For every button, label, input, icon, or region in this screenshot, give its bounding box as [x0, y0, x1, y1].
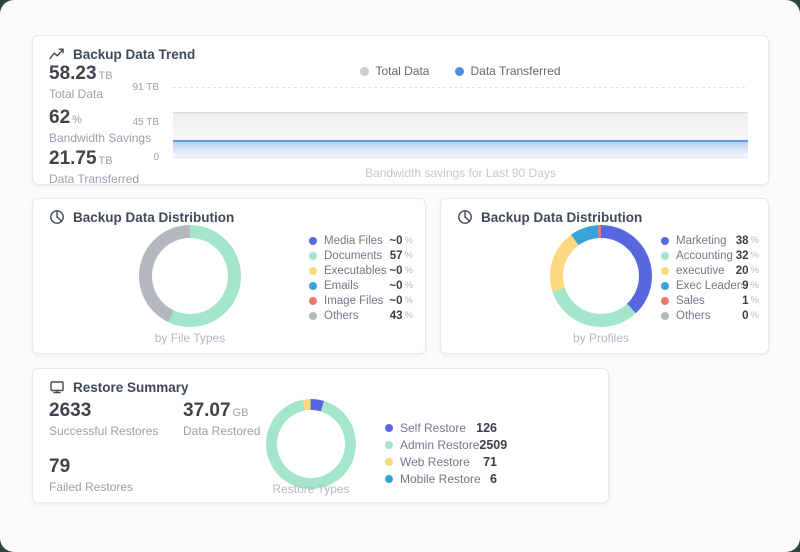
legend-item-others[interactable]: Others 43%	[309, 308, 413, 323]
legend-item-accounting[interactable]: Accounting 32%	[661, 248, 759, 263]
legend-data-transferred[interactable]: Data Transferred	[455, 64, 560, 78]
failed-restores-label: Failed Restores	[49, 480, 133, 494]
others-dot-icon	[309, 312, 317, 320]
sales-dot-icon	[661, 297, 669, 305]
legend-item-others[interactable]: Others 0%	[661, 308, 759, 323]
legend-item-web-restore[interactable]: Web Restore 71	[385, 453, 497, 470]
file-types-donut-chart[interactable]	[139, 225, 241, 327]
data-restored-unit: GB	[233, 407, 249, 419]
marketing-dot-icon	[661, 237, 669, 245]
legend-total-data[interactable]: Total Data	[360, 64, 429, 78]
admin-restore-dot-icon	[385, 441, 393, 449]
stat-total-data: 58.23TB Total Data	[49, 64, 113, 101]
file-types-caption: by File Types	[139, 331, 241, 345]
restore-summary-card: Restore Summary 2633 Successful Restores…	[32, 368, 609, 503]
legend-total-data-label: Total Data	[375, 64, 429, 78]
trend-y-axis: 91 TB 45 TB 0	[113, 87, 165, 158]
profiles-card-title: Backup Data Distribution	[481, 210, 642, 225]
profiles-legend: Marketing 38% Accounting 32% executive 2…	[661, 233, 759, 323]
restore-card-header: Restore Summary	[49, 379, 189, 395]
donut-hole	[152, 238, 228, 314]
backup-data-trend-card: Backup Data Trend 58.23TB Total Data 62%…	[32, 35, 769, 185]
legend-item-executables[interactable]: Executables ~0%	[309, 263, 413, 278]
profiles-donut-chart[interactable]	[550, 225, 652, 327]
trend-legend: Total Data Data Transferred	[173, 64, 748, 78]
ytick-0: 0	[153, 152, 159, 163]
restore-legend: Self Restore 126 Admin Restore 2509 Web …	[385, 419, 497, 487]
file-types-distribution-card: Backup Data Distribution by File Types M…	[32, 198, 426, 354]
web-restore-dot-icon	[385, 458, 393, 466]
profiles-caption: by Profiles	[550, 331, 652, 345]
filetypes-card-header: Backup Data Distribution	[49, 209, 234, 225]
legend-item-executive[interactable]: executive 20%	[661, 263, 759, 278]
documents-dot-icon	[309, 252, 317, 260]
legend-item-image-files[interactable]: Image Files ~0%	[309, 293, 413, 308]
bandwidth-area-chart[interactable]: Total Data Data Transferred	[173, 87, 748, 158]
accounting-dot-icon	[661, 252, 669, 260]
total-data-dot-icon	[360, 67, 369, 76]
profiles-distribution-card: Backup Data Distribution by Profiles Mar…	[440, 198, 769, 354]
stat-data-restored: 37.07GB Data Restored	[183, 401, 260, 438]
data-restored-label: Data Restored	[183, 424, 260, 438]
self-restore-dot-icon	[385, 424, 393, 432]
filetypes-card-title: Backup Data Distribution	[73, 210, 234, 225]
ytick-91tb: 91 TB	[133, 82, 160, 93]
successful-restores-label: Successful Restores	[49, 424, 158, 438]
monitor-icon	[49, 379, 65, 395]
file-types-legend: Media Files ~0% Documents 57% Executable…	[309, 233, 413, 323]
donut-hole	[277, 410, 345, 478]
legend-item-documents[interactable]: Documents 57%	[309, 248, 413, 263]
dashboard-page: Backup Data Trend 58.23TB Total Data 62%…	[0, 0, 800, 552]
legend-item-marketing[interactable]: Marketing 38%	[661, 233, 759, 248]
legend-item-emails[interactable]: Emails ~0%	[309, 278, 413, 293]
legend-item-self-restore[interactable]: Self Restore 126	[385, 419, 497, 436]
legend-item-admin-restore[interactable]: Admin Restore 2509	[385, 436, 497, 453]
total-data-unit: TB	[99, 70, 113, 82]
trend-card-title: Backup Data Trend	[73, 47, 195, 62]
legend-data-transferred-label: Data Transferred	[470, 64, 560, 78]
legend-item-mobile-restore[interactable]: Mobile Restore 6	[385, 470, 497, 487]
others-dot-icon	[661, 312, 669, 320]
legend-item-sales[interactable]: Sales 1%	[661, 293, 759, 308]
restore-card-title: Restore Summary	[73, 380, 189, 395]
media-files-dot-icon	[309, 237, 317, 245]
pie-chart-icon	[457, 209, 473, 225]
trend-line-icon	[49, 46, 65, 62]
transferred-label: Data Transferred	[49, 172, 139, 186]
emails-dot-icon	[309, 282, 317, 290]
trend-card-header: Backup Data Trend	[49, 46, 195, 62]
restore-types-caption: Restore Types	[256, 482, 366, 496]
ytick-45tb: 45 TB	[133, 117, 160, 128]
exec-leadership-dot-icon	[661, 282, 669, 290]
transferred-unit: TB	[99, 155, 113, 167]
legend-item-exec-leadership[interactable]: Exec Leadershi... 9%	[661, 278, 759, 293]
image-files-dot-icon	[309, 297, 317, 305]
executive-dot-icon	[661, 267, 669, 275]
bandwidth-unit: %	[72, 114, 82, 126]
trend-caption: Bandwidth savings for Last 90 Days	[173, 166, 748, 180]
trend-chart-svg	[173, 87, 748, 158]
restore-types-donut-chart[interactable]	[266, 399, 356, 489]
donut-hole	[563, 238, 639, 314]
transferred-value: 21.75	[49, 148, 97, 169]
bandwidth-value: 62	[49, 107, 70, 128]
successful-restores-value: 2633	[49, 400, 91, 421]
stat-failed-restores: 79 Failed Restores	[49, 457, 133, 494]
mobile-restore-dot-icon	[385, 475, 393, 483]
stat-successful-restores: 2633 Successful Restores	[49, 401, 158, 438]
profiles-card-header: Backup Data Distribution	[457, 209, 642, 225]
failed-restores-value: 79	[49, 456, 70, 477]
total-data-value: 58.23	[49, 63, 97, 84]
executables-dot-icon	[309, 267, 317, 275]
legend-item-media-files[interactable]: Media Files ~0%	[309, 233, 413, 248]
data-transferred-dot-icon	[455, 67, 464, 76]
data-restored-value: 37.07	[183, 400, 231, 421]
pie-chart-icon	[49, 209, 65, 225]
total-data-label: Total Data	[49, 87, 113, 101]
